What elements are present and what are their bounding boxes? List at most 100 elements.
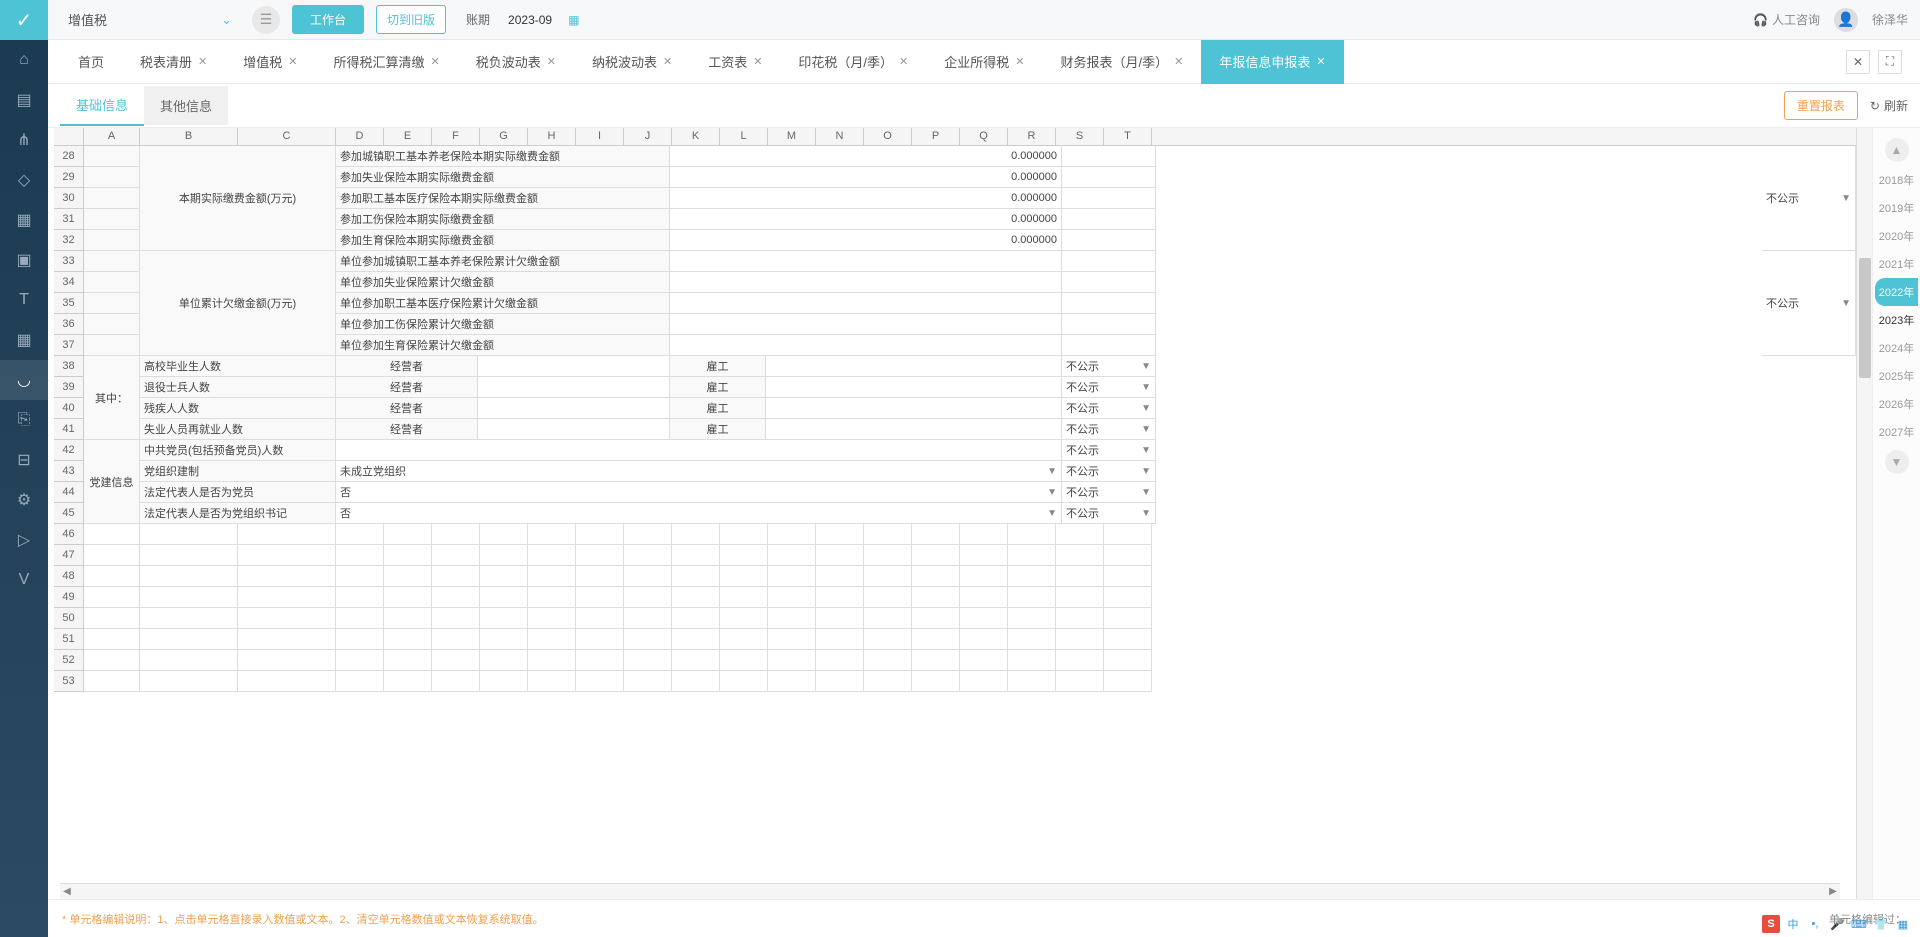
cell[interactable]: 单位参加职工基本医疗保险累计欠缴金额 — [336, 293, 670, 314]
cell[interactable] — [768, 608, 816, 629]
cell[interactable]: 雇工 — [670, 398, 766, 419]
cell[interactable] — [912, 629, 960, 650]
cell[interactable]: 0.000000 — [670, 167, 1062, 188]
period-value[interactable]: 2023-09 — [508, 13, 552, 27]
cell[interactable]: 中共党员(包括预备党员)人数 — [140, 440, 336, 461]
cell[interactable] — [84, 608, 140, 629]
close-icon[interactable]: ✕ — [1174, 55, 1183, 68]
cell[interactable] — [1062, 314, 1156, 335]
cell[interactable] — [478, 419, 670, 440]
cell[interactable]: 单位参加工伤保险累计欠缴金额 — [336, 314, 670, 335]
cell[interactable] — [816, 650, 864, 671]
year-up-icon[interactable]: ▲ — [1885, 138, 1909, 162]
year-item[interactable]: 2021年 — [1875, 250, 1918, 278]
cell[interactable] — [1062, 251, 1156, 272]
year-item[interactable]: 2024年 — [1875, 334, 1918, 362]
cell[interactable] — [672, 566, 720, 587]
cell[interactable] — [672, 608, 720, 629]
year-item[interactable]: 2023年 — [1875, 306, 1918, 334]
cell[interactable] — [1056, 545, 1104, 566]
year-item[interactable]: 2020年 — [1875, 222, 1918, 250]
col-header[interactable]: E — [384, 128, 432, 145]
cell[interactable] — [238, 566, 336, 587]
col-header[interactable]: F — [432, 128, 480, 145]
tab-income[interactable]: 所得税汇算清缴✕ — [315, 40, 457, 84]
cell[interactable] — [768, 587, 816, 608]
spreadsheet-grid[interactable]: 28参加城镇职工基本养老保险本期实际缴费金额0.00000029参加失业保险本期… — [54, 146, 1856, 883]
cell[interactable] — [864, 587, 912, 608]
nav-grid-icon[interactable]: ▦ — [0, 320, 48, 360]
cell[interactable]: 单位累计欠缴金额(万元) — [140, 251, 336, 356]
cell[interactable] — [84, 188, 140, 209]
close-icon[interactable]: ✕ — [753, 55, 762, 68]
cell[interactable] — [384, 524, 432, 545]
subtab-basic[interactable]: 基础信息 — [60, 85, 144, 126]
cell[interactable] — [766, 419, 1062, 440]
year-item[interactable]: 2022年 — [1875, 278, 1918, 306]
cell[interactable] — [672, 650, 720, 671]
cell[interactable] — [84, 167, 140, 188]
cell[interactable] — [84, 230, 140, 251]
cell[interactable] — [336, 545, 384, 566]
nav-tray-icon[interactable]: ⊟ — [0, 440, 48, 480]
nav-export-icon[interactable]: ⎘ — [0, 400, 48, 440]
reset-button[interactable]: 重置报表 — [1784, 91, 1858, 120]
cell[interactable] — [576, 650, 624, 671]
cell[interactable] — [238, 524, 336, 545]
cell[interactable] — [1062, 335, 1156, 356]
cell[interactable] — [720, 608, 768, 629]
vertical-scrollbar[interactable] — [1856, 128, 1872, 899]
select-cell[interactable]: 不公示▼ — [1062, 461, 1156, 482]
close-all-button[interactable]: ✕ — [1846, 50, 1870, 74]
cell[interactable] — [1104, 545, 1152, 566]
cell[interactable] — [720, 650, 768, 671]
cell[interactable] — [528, 566, 576, 587]
row-header[interactable]: 51 — [54, 629, 84, 650]
cell[interactable] — [432, 650, 480, 671]
select-cell[interactable]: 不公示▼ — [1062, 398, 1156, 419]
cell[interactable] — [1008, 587, 1056, 608]
cell[interactable] — [912, 566, 960, 587]
support-link[interactable]: 🎧人工咨询 — [1753, 11, 1820, 28]
row-header[interactable]: 29 — [54, 167, 84, 188]
cell[interactable] — [432, 671, 480, 692]
cell[interactable] — [1008, 545, 1056, 566]
cell[interactable] — [624, 629, 672, 650]
cell[interactable] — [912, 671, 960, 692]
cell[interactable] — [84, 566, 140, 587]
cell[interactable] — [140, 524, 238, 545]
cell[interactable] — [1104, 671, 1152, 692]
cell[interactable] — [432, 629, 480, 650]
ime-lang-icon[interactable]: 中 — [1784, 915, 1802, 933]
cell[interactable] — [336, 629, 384, 650]
close-icon[interactable]: ✕ — [547, 55, 556, 68]
cell[interactable] — [84, 524, 140, 545]
col-header[interactable]: A — [84, 128, 140, 145]
nav-list-icon[interactable]: ▦ — [0, 200, 48, 240]
nav-bowl-icon[interactable]: ◡ — [0, 360, 48, 400]
cell[interactable] — [864, 524, 912, 545]
cell[interactable] — [960, 671, 1008, 692]
scroll-left-icon[interactable]: ◀ — [60, 885, 74, 899]
cell[interactable] — [1008, 608, 1056, 629]
cell[interactable] — [670, 251, 1062, 272]
cell[interactable] — [768, 566, 816, 587]
cell[interactable] — [576, 566, 624, 587]
cell[interactable] — [720, 587, 768, 608]
close-icon[interactable]: ✕ — [663, 55, 672, 68]
cell[interactable] — [766, 356, 1062, 377]
cell[interactable] — [480, 566, 528, 587]
year-item[interactable]: 2027年 — [1875, 418, 1918, 446]
cell[interactable]: 法定代表人是否为党组织书记 — [140, 503, 336, 524]
ime-mic-icon[interactable]: 🎤 — [1828, 915, 1846, 933]
col-header[interactable]: J — [624, 128, 672, 145]
cell[interactable] — [960, 629, 1008, 650]
row-header[interactable]: 32 — [54, 230, 84, 251]
cell[interactable] — [238, 608, 336, 629]
cell[interactable] — [1056, 566, 1104, 587]
cell[interactable] — [766, 398, 1062, 419]
cell[interactable] — [1062, 272, 1156, 293]
cell[interactable] — [624, 545, 672, 566]
cell[interactable] — [720, 671, 768, 692]
cell[interactable] — [84, 293, 140, 314]
